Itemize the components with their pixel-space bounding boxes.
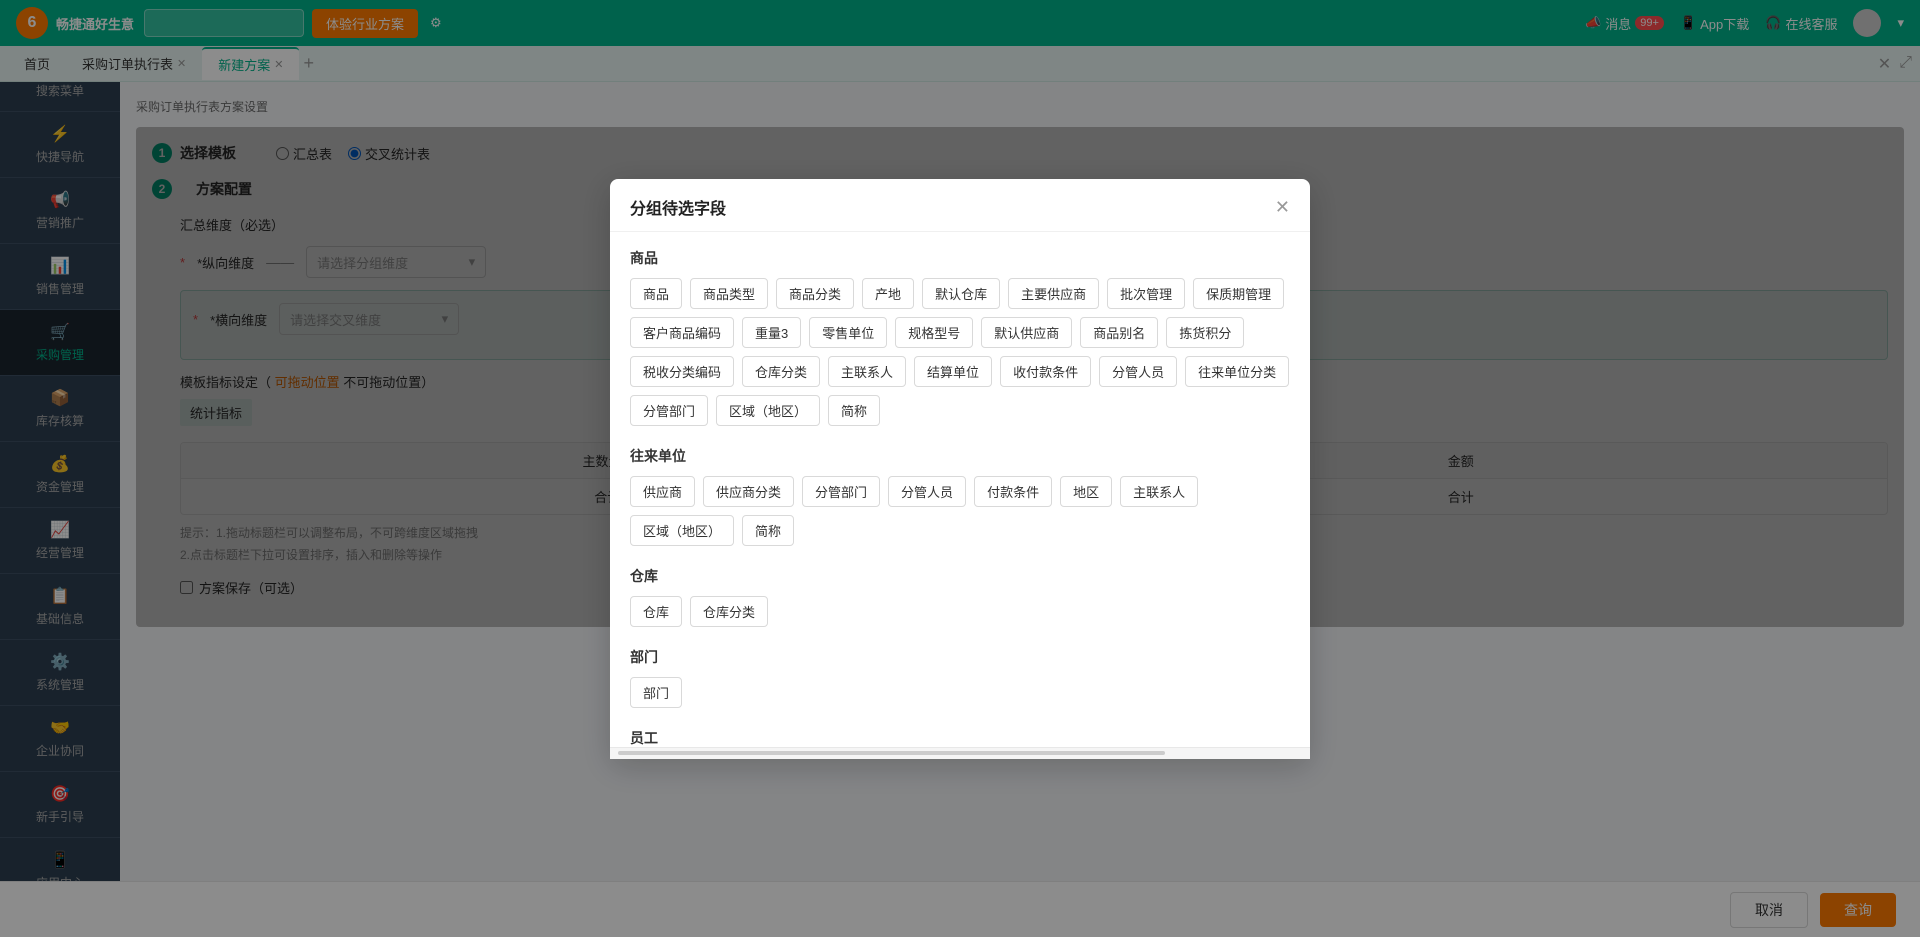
modal-body: 商品 商品商品类型商品分类产地默认仓库主要供应商批次管理保质期管理客户商品编码重…: [610, 232, 1310, 747]
field-tag[interactable]: 地区: [1060, 476, 1112, 507]
field-tag[interactable]: 商品分类: [776, 278, 854, 309]
field-tag[interactable]: 默认供应商: [981, 317, 1072, 348]
field-tag[interactable]: 零售单位: [809, 317, 887, 348]
field-tag[interactable]: 区域（地区）: [630, 515, 734, 546]
field-tag[interactable]: 客户商品编码: [630, 317, 734, 348]
field-group-department-title: 部门: [630, 647, 1290, 667]
field-group-partner: 往来单位 供应商供应商分类分管部门分管人员付款条件地区主联系人区域（地区） 简称: [630, 446, 1290, 546]
field-tag[interactable]: 简称: [742, 515, 794, 546]
field-group-department: 部门 部门: [630, 647, 1290, 708]
field-tag[interactable]: 分管部门: [630, 395, 708, 426]
product-field-tags: 商品商品类型商品分类产地默认仓库主要供应商批次管理保质期管理客户商品编码重量3 零…: [630, 278, 1290, 426]
modal-header: 分组待选字段 ✕: [610, 179, 1310, 232]
field-tag[interactable]: 往来单位分类: [1185, 356, 1289, 387]
field-tag[interactable]: 仓库分类: [690, 596, 768, 627]
field-tag[interactable]: 主要供应商: [1008, 278, 1099, 309]
field-group-partner-title: 往来单位: [630, 446, 1290, 466]
field-tag[interactable]: 批次管理: [1107, 278, 1185, 309]
field-tag[interactable]: 简称: [828, 395, 880, 426]
field-tag[interactable]: 分管人员: [888, 476, 966, 507]
field-group-warehouse-title: 仓库: [630, 566, 1290, 586]
field-tag[interactable]: 供应商: [630, 476, 695, 507]
modal-hscroll[interactable]: [610, 747, 1310, 759]
field-tag[interactable]: 结算单位: [914, 356, 992, 387]
field-tag[interactable]: 分管部门: [802, 476, 880, 507]
modal-overlay: 分组待选字段 ✕ 商品 商品商品类型商品分类产地默认仓库主要供应商批次管理保质期…: [0, 0, 1920, 937]
field-group-product-title: 商品: [630, 248, 1290, 268]
field-tag[interactable]: 区域（地区）: [716, 395, 820, 426]
field-group-product: 商品 商品商品类型商品分类产地默认仓库主要供应商批次管理保质期管理客户商品编码重…: [630, 248, 1290, 426]
field-tag[interactable]: 商品: [630, 278, 682, 309]
field-tag[interactable]: 重量3: [742, 317, 801, 348]
warehouse-field-tags: 仓库仓库分类: [630, 596, 1290, 627]
field-tag[interactable]: 默认仓库: [922, 278, 1000, 309]
field-tag[interactable]: 付款条件: [974, 476, 1052, 507]
field-tag[interactable]: 部门: [630, 677, 682, 708]
department-field-tags: 部门: [630, 677, 1290, 708]
modal-close-btn[interactable]: ✕: [1275, 198, 1290, 216]
field-tag[interactable]: 供应商分类: [703, 476, 794, 507]
field-tag[interactable]: 拣货积分: [1166, 317, 1244, 348]
field-tag[interactable]: 仓库分类: [742, 356, 820, 387]
field-tag[interactable]: 规格型号: [895, 317, 973, 348]
field-tag[interactable]: 收付款条件: [1000, 356, 1091, 387]
field-tag[interactable]: 产地: [862, 278, 914, 309]
partner-field-tags: 供应商供应商分类分管部门分管人员付款条件地区主联系人区域（地区） 简称: [630, 476, 1290, 546]
field-group-employee: 员工 业务员: [630, 728, 1290, 747]
modal-title: 分组待选字段: [630, 195, 726, 219]
field-group-employee-title: 员工: [630, 728, 1290, 747]
field-tag[interactable]: 主联系人: [1120, 476, 1198, 507]
field-tag[interactable]: 保质期管理: [1193, 278, 1284, 309]
field-tag[interactable]: 商品别名: [1080, 317, 1158, 348]
field-tag[interactable]: 仓库: [630, 596, 682, 627]
field-tag[interactable]: 商品类型: [690, 278, 768, 309]
field-tag[interactable]: 分管人员: [1099, 356, 1177, 387]
hscroll-thumb: [618, 751, 1165, 755]
field-group-warehouse: 仓库 仓库仓库分类: [630, 566, 1290, 627]
modal-dialog: 分组待选字段 ✕ 商品 商品商品类型商品分类产地默认仓库主要供应商批次管理保质期…: [610, 179, 1310, 759]
field-tag[interactable]: 主联系人: [828, 356, 906, 387]
field-tag[interactable]: 税收分类编码: [630, 356, 734, 387]
